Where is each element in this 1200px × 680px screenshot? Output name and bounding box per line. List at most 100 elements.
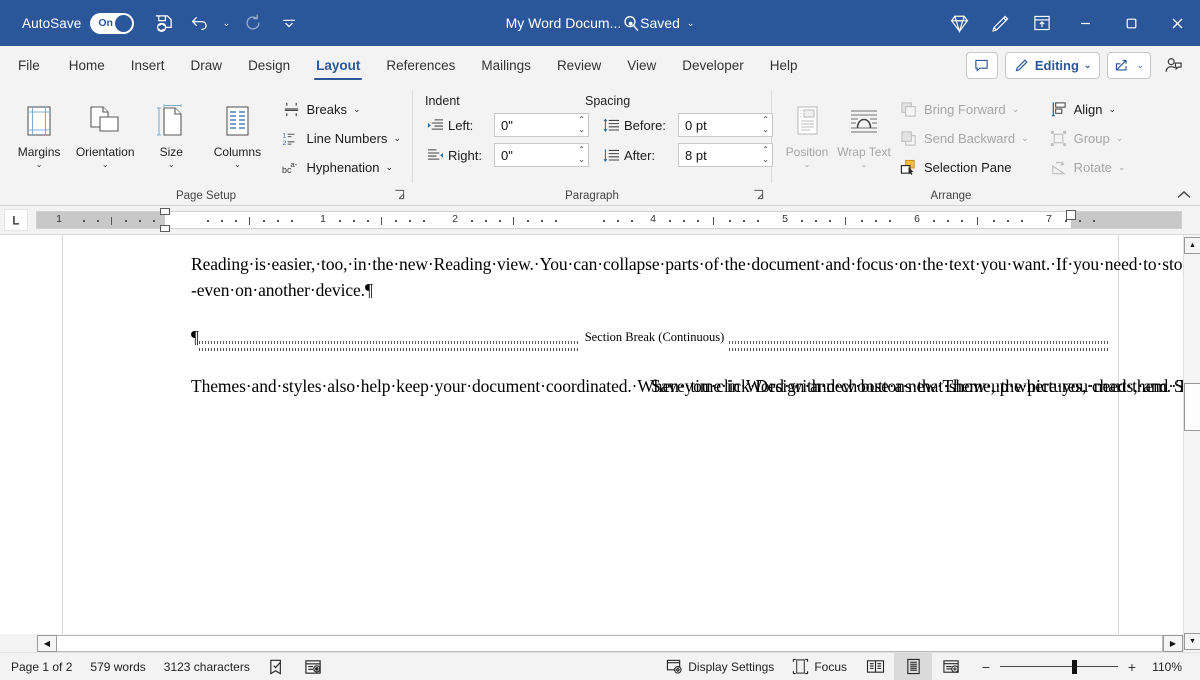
paragraph-1[interactable]: Reading·is·easier,·too,·in·the·new·Readi…	[191, 251, 1110, 303]
tab-review[interactable]: Review	[544, 46, 614, 84]
tab-design[interactable]: Design	[235, 46, 303, 84]
spelling-check-icon[interactable]	[259, 653, 295, 680]
vertical-scroll-thumb[interactable]	[1184, 383, 1200, 431]
zoom-control[interactable]: − + 110%	[970, 659, 1192, 675]
focus-mode-button[interactable]: Focus	[783, 653, 856, 680]
tab-insert[interactable]: Insert	[118, 46, 178, 84]
scroll-right-icon[interactable]: ▶	[1163, 635, 1183, 652]
copilot-diamond-icon[interactable]	[939, 0, 980, 46]
collapse-ribbon-icon[interactable]	[1175, 186, 1193, 204]
maximize-icon[interactable]	[1108, 0, 1154, 46]
left-tab-stop-icon[interactable]	[4, 209, 28, 231]
save-icon[interactable]	[146, 6, 180, 40]
margins-button[interactable]: Margins ⌄	[6, 92, 72, 169]
ribbon-group-arrange: Position ⌄ Wrap Text ⌄	[772, 84, 1200, 205]
display-settings-button[interactable]: Display Settings	[657, 653, 783, 680]
tab-layout[interactable]: Layout	[303, 46, 373, 84]
undo-icon[interactable]	[182, 6, 216, 40]
undo-dropdown-caret-icon[interactable]: ⌄	[218, 6, 234, 40]
customize-quick-access-toolbar-icon[interactable]	[272, 6, 306, 40]
chevron-down-icon[interactable]: ⌄	[393, 133, 401, 144]
dialog-box-launcher-icon[interactable]	[393, 188, 406, 201]
document-body[interactable]: Reading·is·easier,·too,·in·the·new·Readi…	[191, 251, 1110, 399]
spinner-down-icon[interactable]: ⌄	[578, 157, 585, 163]
left-indent-marker[interactable]	[160, 225, 170, 232]
align-button[interactable]: Align ⌄	[1044, 95, 1131, 124]
save-status[interactable]: Saved	[640, 15, 680, 31]
tab-draw[interactable]: Draw	[178, 46, 236, 84]
spinner-up-icon[interactable]: ⌃	[762, 117, 769, 123]
tab-help[interactable]: Help	[757, 46, 811, 84]
orientation-button[interactable]: Orientation ⌄	[72, 92, 138, 169]
spacing-before-input[interactable]: 0 pt ⌃ ⌄	[678, 113, 773, 137]
tab-view[interactable]: View	[614, 46, 669, 84]
columns-button[interactable]: Columns ⌄	[204, 92, 270, 169]
column-left-text[interactable]: Themes·and·styles·also·help·keep·your·do…	[191, 373, 616, 399]
chevron-down-icon[interactable]: ⌄	[353, 104, 361, 115]
share-button[interactable]: ⌄	[1107, 52, 1151, 79]
ruler-ticks: 1 1 2 4 5	[37, 212, 1181, 228]
column-right-text[interactable]: Save·time·in·Word·with·new·buttons·that·…	[651, 373, 1076, 399]
chevron-down-icon[interactable]: ⌄	[1109, 104, 1117, 115]
share-with-people-icon[interactable]	[1158, 52, 1188, 79]
page-indicator[interactable]: Page 1 of 2	[0, 653, 81, 680]
accessibility-checker-icon[interactable]	[295, 653, 332, 680]
chevron-down-icon[interactable]: ⌄	[168, 160, 175, 169]
search-icon[interactable]	[616, 8, 646, 38]
web-layout-icon[interactable]	[932, 653, 970, 680]
character-count[interactable]: 3123 characters	[155, 653, 259, 680]
selection-pane-button[interactable]: Selection Pane	[894, 153, 1034, 182]
scroll-up-icon[interactable]: ▲	[1184, 237, 1200, 254]
tab-developer[interactable]: Developer	[669, 46, 757, 84]
comments-button[interactable]	[966, 52, 998, 79]
tab-home[interactable]: Home	[56, 46, 118, 84]
hyphenation-button[interactable]: bc a- Hyphenation ⌄	[277, 153, 406, 182]
read-mode-icon[interactable]	[856, 653, 894, 680]
horizontal-scrollbar[interactable]: ◀ ▶	[0, 634, 1183, 652]
chevron-down-icon[interactable]: ⌄	[386, 162, 394, 173]
print-layout-icon[interactable]	[894, 653, 932, 680]
document-page[interactable]: Reading·is·easier,·too,·in·the·new·Readi…	[62, 235, 1119, 652]
spinner-up-icon[interactable]: ⌃	[578, 117, 585, 123]
horizontal-ruler[interactable]: 1 1 2 4 5	[36, 211, 1182, 229]
document-title[interactable]: My Word Docum...	[506, 15, 622, 31]
chevron-down-icon[interactable]: ⌄	[234, 160, 241, 169]
zoom-level-label[interactable]: 110%	[1146, 660, 1182, 674]
spinner-down-icon[interactable]: ⌄	[578, 127, 585, 133]
editing-mode-button[interactable]: Editing ⌄	[1005, 52, 1101, 79]
spinner-down-icon[interactable]: ⌄	[762, 157, 769, 163]
spacing-after-input[interactable]: 8 pt ⌃ ⌄	[678, 143, 773, 167]
indent-right-input[interactable]: 0" ⌃ ⌄	[494, 143, 589, 167]
tab-mailings[interactable]: Mailings	[468, 46, 544, 84]
chevron-down-icon[interactable]: ⌄	[36, 160, 43, 169]
scroll-left-icon[interactable]: ◀	[37, 635, 57, 652]
vertical-scrollbar[interactable]: ▲ ▼	[1183, 235, 1200, 652]
spinner-down-icon[interactable]: ⌄	[762, 127, 769, 133]
right-indent-marker[interactable]	[1066, 210, 1076, 220]
first-line-indent-marker[interactable]	[160, 208, 170, 215]
zoom-slider[interactable]	[1000, 660, 1118, 674]
tab-references[interactable]: References	[373, 46, 468, 84]
line-numbers-button[interactable]: 1 2 Line Numbers ⌄	[277, 124, 406, 153]
zoom-slider-thumb[interactable]	[1072, 660, 1077, 674]
tab-file[interactable]: File	[0, 46, 56, 84]
word-count[interactable]: 579 words	[81, 653, 154, 680]
zoom-out-button[interactable]: −	[980, 659, 992, 675]
size-button[interactable]: Size ⌄	[138, 92, 204, 169]
pen-highlighter-icon[interactable]	[980, 0, 1021, 46]
horizontal-scroll-track[interactable]	[57, 635, 1163, 652]
breaks-button[interactable]: Breaks ⌄	[277, 95, 406, 124]
ribbon-display-options-icon[interactable]	[1021, 0, 1062, 46]
spinner-up-icon[interactable]: ⌃	[762, 147, 769, 153]
close-icon[interactable]	[1154, 0, 1200, 46]
dialog-box-launcher-icon[interactable]	[752, 188, 765, 201]
spinner-up-icon[interactable]: ⌃	[578, 147, 585, 153]
chevron-down-icon[interactable]: ⌄	[687, 18, 695, 29]
indent-left-input[interactable]: 0" ⌃ ⌄	[494, 113, 589, 137]
autosave-toggle[interactable]: On	[90, 13, 134, 34]
chevron-down-icon[interactable]: ⌄	[102, 160, 109, 169]
document-canvas[interactable]: Reading·is·easier,·too,·in·the·new·Readi…	[0, 234, 1200, 652]
scroll-down-icon[interactable]: ▼	[1184, 633, 1200, 650]
minimize-icon[interactable]	[1062, 0, 1108, 46]
zoom-in-button[interactable]: +	[1126, 659, 1138, 675]
